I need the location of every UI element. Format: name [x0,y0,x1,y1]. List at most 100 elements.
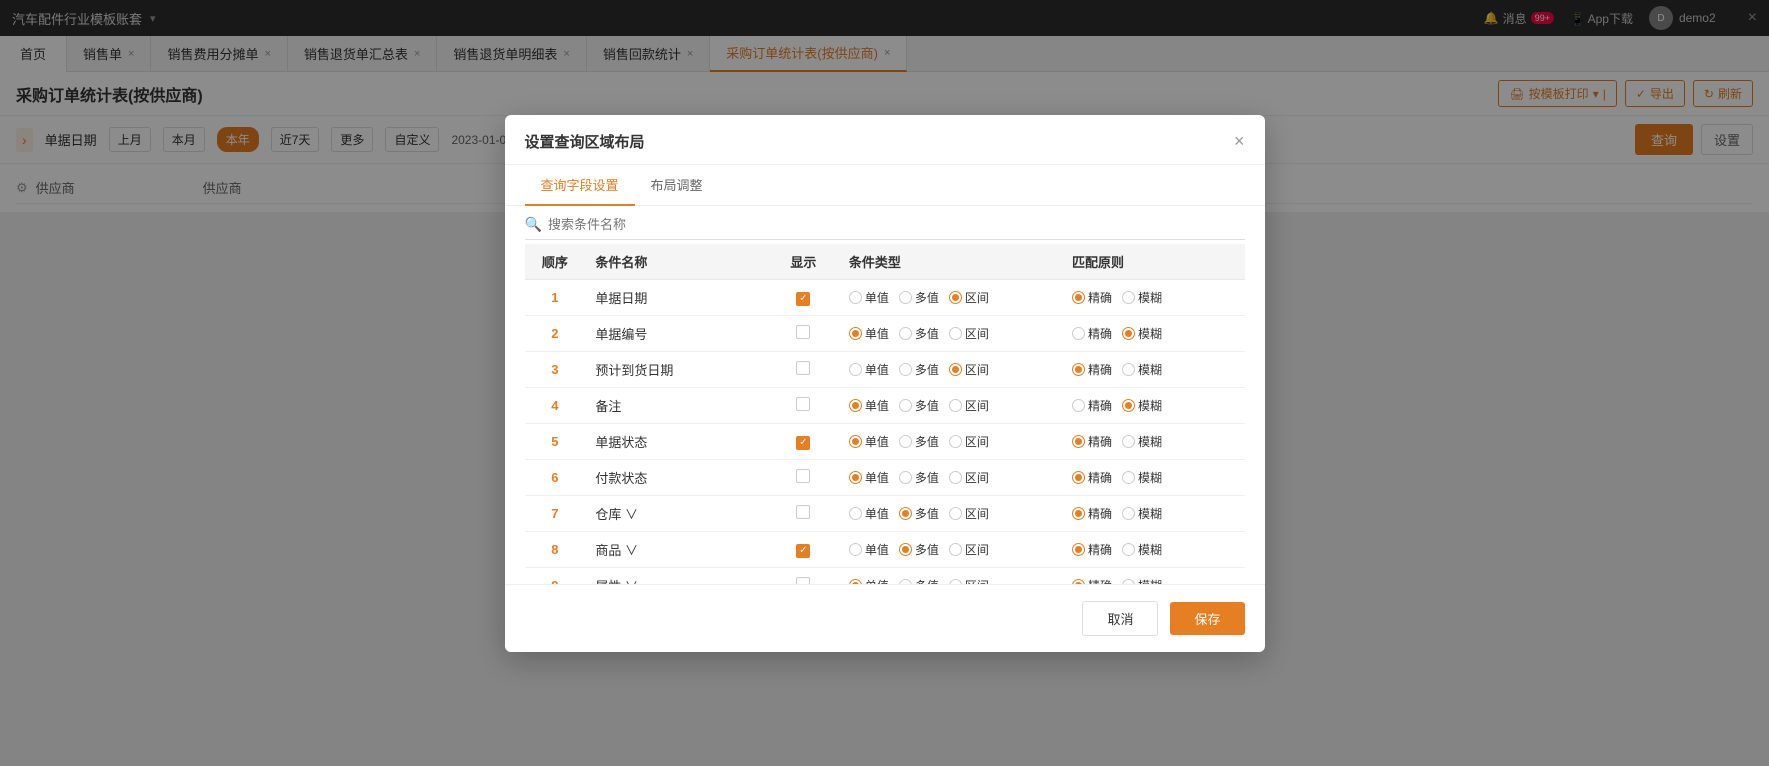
radio-multi[interactable]: 多值 [899,289,939,306]
row-condition-name: 备注 [585,387,768,423]
row-condition-type: 单值多值区间 [839,315,1062,351]
radio-multi[interactable]: 多值 [899,577,939,584]
row-display-checkbox[interactable] [768,495,839,531]
radio-match-fuzzy[interactable]: 模糊 [1122,469,1162,486]
radio-range[interactable]: 区间 [949,577,989,584]
row-condition-name: 单据状态 [585,423,768,459]
row-match-rule: 精确模糊 [1062,423,1245,459]
row-display-checkbox[interactable] [768,387,839,423]
radio-single[interactable]: 单值 [849,505,889,522]
radio-multi[interactable]: 多值 [899,541,939,558]
row-condition-type: 单值多值区间 [839,495,1062,531]
row-order: 3 [525,351,586,387]
row-match-rule: 精确模糊 [1062,495,1245,531]
radio-range[interactable]: 区间 [949,325,989,342]
radio-range[interactable]: 区间 [949,361,989,378]
radio-match-exact[interactable]: 精确 [1072,469,1112,486]
checkbox[interactable] [796,292,810,306]
checkbox[interactable] [796,577,810,584]
row-display-checkbox[interactable] [768,279,839,315]
row-match-rule: 精确模糊 [1062,387,1245,423]
radio-match-exact[interactable]: 精确 [1072,433,1112,450]
save-button[interactable]: 保存 [1170,602,1244,635]
radio-multi[interactable]: 多值 [899,361,939,378]
table-row: 1单据日期单值多值区间精确模糊 [525,279,1245,315]
modal-title: 设置查询区域布局 [525,131,645,164]
row-display-checkbox[interactable] [768,423,839,459]
checkbox[interactable] [796,544,810,558]
checkbox[interactable] [796,505,810,519]
radio-single[interactable]: 单值 [849,541,889,558]
radio-match-exact[interactable]: 精确 [1072,505,1112,522]
radio-match-exact[interactable]: 精确 [1072,325,1112,342]
radio-range[interactable]: 区间 [949,289,989,306]
table-row: 4备注 单值多值区间 精确模糊 [525,387,1245,423]
row-condition-type: 单值多值区间 [839,423,1062,459]
radio-multi[interactable]: 多值 [899,433,939,450]
radio-multi[interactable]: 多值 [899,469,939,486]
row-display-checkbox[interactable] [768,351,839,387]
row-order: 7 [525,495,586,531]
row-match-rule: 精确模糊 [1062,459,1245,495]
radio-range[interactable]: 区间 [949,469,989,486]
radio-match-exact[interactable]: 精确 [1072,397,1112,414]
radio-match-exact[interactable]: 精确 [1072,541,1112,558]
radio-match-fuzzy[interactable]: 模糊 [1122,325,1162,342]
radio-match-fuzzy[interactable]: 模糊 [1122,433,1162,450]
modal-close-button[interactable]: × [1234,132,1245,162]
radio-multi[interactable]: 多值 [899,397,939,414]
radio-match-exact[interactable]: 精确 [1072,577,1112,584]
row-order: 9 [525,567,586,584]
checkbox[interactable] [796,397,810,411]
radio-match-fuzzy[interactable]: 模糊 [1122,397,1162,414]
row-display-checkbox[interactable] [768,315,839,351]
checkbox[interactable] [796,325,810,339]
row-display-checkbox[interactable] [768,531,839,567]
cancel-button[interactable]: 取消 [1082,601,1158,636]
radio-single[interactable]: 单值 [849,577,889,584]
row-condition-name: 预计到货日期 [585,351,768,387]
radio-single[interactable]: 单值 [849,289,889,306]
table-row: 3预计到货日期单值多值区间精确模糊 [525,351,1245,387]
radio-match-fuzzy[interactable]: 模糊 [1122,361,1162,378]
table-row: 2单据编号单值多值区间精确模糊 [525,315,1245,351]
radio-match-fuzzy[interactable]: 模糊 [1122,289,1162,306]
row-match-rule: 精确模糊 [1062,531,1245,567]
row-order: 4 [525,387,586,423]
checkbox[interactable] [796,361,810,375]
radio-multi[interactable]: 多值 [899,505,939,522]
radio-single[interactable]: 单值 [849,433,889,450]
radio-match-fuzzy[interactable]: 模糊 [1122,505,1162,522]
table-row: 8商品 ∨单值多值区间精确模糊 [525,531,1245,567]
col-match-rule: 匹配原则 [1062,244,1245,280]
modal-tab-query-fields[interactable]: 查询字段设置 [525,165,635,206]
radio-multi[interactable]: 多值 [899,325,939,342]
row-condition-type: 单值多值区间 [839,351,1062,387]
radio-range[interactable]: 区间 [949,397,989,414]
row-display-checkbox[interactable] [768,567,839,584]
radio-match-fuzzy[interactable]: 模糊 [1122,541,1162,558]
table-row: 6付款状态单值多值区间精确模糊 [525,459,1245,495]
radio-single[interactable]: 单值 [849,397,889,414]
radio-match-fuzzy[interactable]: 模糊 [1122,577,1162,584]
radio-single[interactable]: 单值 [849,469,889,486]
checkbox[interactable] [796,436,810,450]
row-condition-name: 付款状态 [585,459,768,495]
search-icon: 🔍 [525,216,542,233]
modal-overlay: 设置查询区域布局 × 查询字段设置 布局调整 🔍 顺序 [0,0,1769,766]
radio-single[interactable]: 单值 [849,361,889,378]
col-name: 条件名称 [585,244,768,280]
radio-range[interactable]: 区间 [949,433,989,450]
row-display-checkbox[interactable] [768,459,839,495]
checkbox[interactable] [796,469,810,483]
radio-match-exact[interactable]: 精确 [1072,289,1112,306]
row-order: 1 [525,279,586,315]
modal-header: 设置查询区域布局 × [505,115,1265,165]
radio-match-exact[interactable]: 精确 [1072,361,1112,378]
modal-tab-layout[interactable]: 布局调整 [635,165,719,206]
radio-single[interactable]: 单值 [849,325,889,342]
search-input[interactable] [548,217,1245,232]
radio-range[interactable]: 区间 [949,541,989,558]
table-row: 9属性 ∨单值多值区间精确模糊 [525,567,1245,584]
radio-range[interactable]: 区间 [949,505,989,522]
